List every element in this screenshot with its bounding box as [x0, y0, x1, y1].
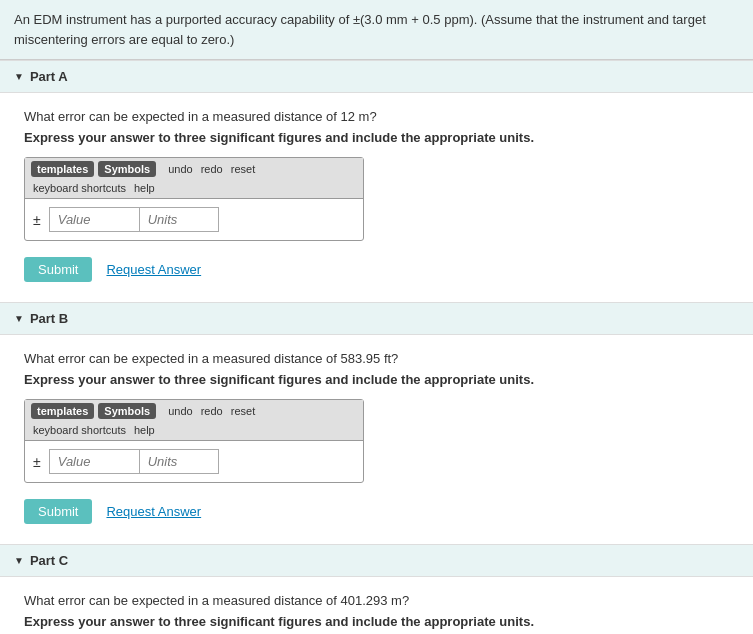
part-a-answer-row: ± [25, 199, 363, 240]
part-a-toolbar: templates Symbols undo redo reset keyboa… [25, 158, 363, 199]
part-b-reset-link[interactable]: reset [229, 404, 257, 418]
part-b-content: What error can be expected in a measured… [0, 335, 753, 544]
part-b-toolbar: templates Symbols undo redo reset keyboa… [25, 400, 363, 441]
chevron-down-icon-c: ▼ [14, 555, 24, 566]
part-b-templates-btn[interactable]: templates [31, 403, 94, 419]
part-b-plus-minus: ± [33, 454, 41, 470]
part-b-keyboard-link[interactable]: keyboard shortcuts [31, 423, 128, 437]
part-b-redo-link[interactable]: redo [199, 404, 225, 418]
part-b-units-input[interactable] [139, 449, 219, 474]
part-b-header[interactable]: ▼ Part B [0, 303, 753, 335]
part-b-instruction: Express your answer to three significant… [24, 372, 729, 387]
part-b-undo-link[interactable]: undo [166, 404, 194, 418]
part-a-keyboard-link[interactable]: keyboard shortcuts [31, 181, 128, 195]
part-c-header[interactable]: ▼ Part C [0, 545, 753, 577]
part-a-symbols-btn[interactable]: Symbols [98, 161, 156, 177]
header-text: An EDM instrument has a purported accura… [14, 12, 706, 47]
part-a-content: What error can be expected in a measured… [0, 93, 753, 302]
part-a-help-link[interactable]: help [132, 181, 157, 195]
part-a-reset-link[interactable]: reset [229, 162, 257, 176]
part-a-undo-link[interactable]: undo [166, 162, 194, 176]
part-a-submit-button[interactable]: Submit [24, 257, 92, 282]
part-c-label: Part C [30, 553, 68, 568]
part-a-templates-btn[interactable]: templates [31, 161, 94, 177]
part-a-action-row: Submit Request Answer [24, 251, 729, 286]
part-c-content: What error can be expected in a measured… [0, 577, 753, 634]
chevron-down-icon: ▼ [14, 71, 24, 82]
part-b-help-link[interactable]: help [132, 423, 157, 437]
part-a-units-input[interactable] [139, 207, 219, 232]
part-b-submit-button[interactable]: Submit [24, 499, 92, 524]
part-a-question: What error can be expected in a measured… [24, 109, 729, 124]
part-a-plus-minus: ± [33, 212, 41, 228]
part-a-instruction: Express your answer to three significant… [24, 130, 729, 145]
part-a-header[interactable]: ▼ Part A [0, 61, 753, 93]
part-c-section: ▼ Part C What error can be expected in a… [0, 544, 753, 634]
chevron-down-icon-b: ▼ [14, 313, 24, 324]
part-a-redo-link[interactable]: redo [199, 162, 225, 176]
part-b-label: Part B [30, 311, 68, 326]
part-b-request-answer-link[interactable]: Request Answer [106, 504, 201, 519]
part-c-question: What error can be expected in a measured… [24, 593, 729, 608]
part-b-action-row: Submit Request Answer [24, 493, 729, 528]
part-b-question: What error can be expected in a measured… [24, 351, 729, 366]
part-b-answer-row: ± [25, 441, 363, 482]
part-a-editor: templates Symbols undo redo reset keyboa… [24, 157, 364, 241]
header-banner: An EDM instrument has a purported accura… [0, 0, 753, 60]
part-c-instruction: Express your answer to three significant… [24, 614, 729, 629]
part-a-section: ▼ Part A What error can be expected in a… [0, 60, 753, 302]
part-b-editor: templates Symbols undo redo reset keyboa… [24, 399, 364, 483]
part-a-request-answer-link[interactable]: Request Answer [106, 262, 201, 277]
part-a-label: Part A [30, 69, 68, 84]
part-b-symbols-btn[interactable]: Symbols [98, 403, 156, 419]
part-b-section: ▼ Part B What error can be expected in a… [0, 302, 753, 544]
part-b-value-input[interactable] [49, 449, 139, 474]
part-a-value-input[interactable] [49, 207, 139, 232]
